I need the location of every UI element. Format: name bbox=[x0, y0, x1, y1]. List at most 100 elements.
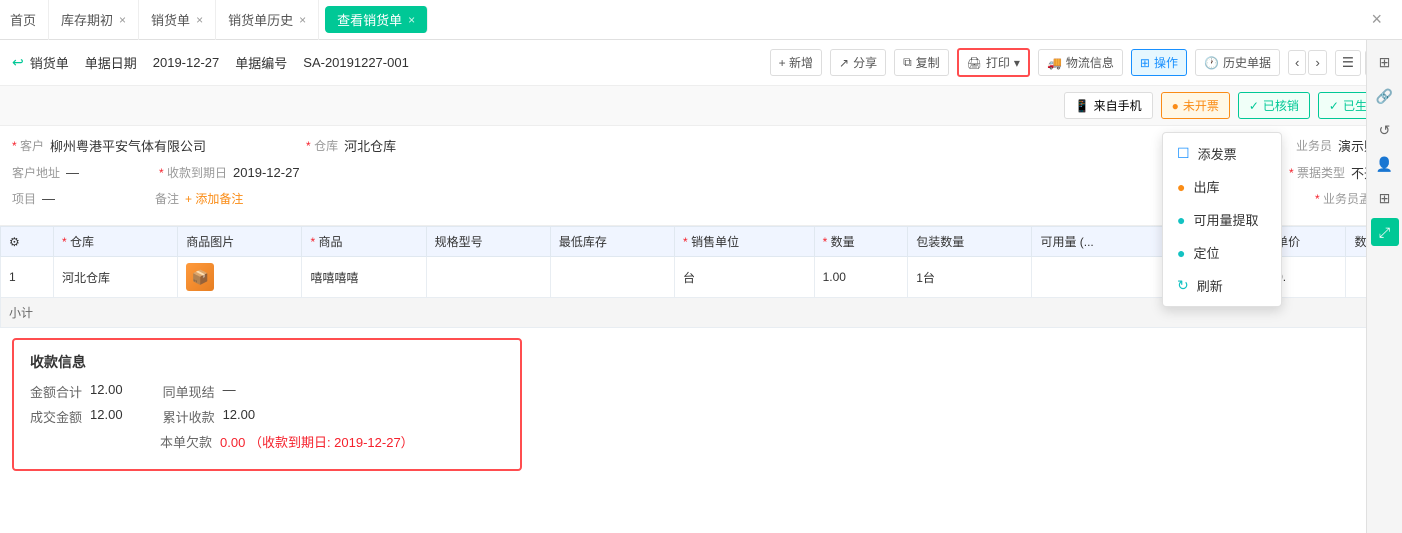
main-content: ↩ 销货单 单据日期 2019-12-27 单据编号 SA-20191227-0… bbox=[0, 40, 1402, 533]
address-field: 客户地址 — bbox=[12, 164, 79, 181]
dropdown-menu: ☐ 添发票 ● 出库 ● 可用量提取 ● 定位 ↻ 刷新 bbox=[1162, 132, 1282, 307]
operate-icon: ⊞ bbox=[1140, 56, 1150, 70]
address-label: 客户地址 bbox=[12, 164, 60, 181]
tab-home[interactable]: 首页 bbox=[10, 0, 49, 40]
number-label: 单据编号 bbox=[235, 53, 287, 72]
logistics-button[interactable]: 🚚 物流信息 bbox=[1038, 49, 1123, 76]
staff-label: 业务员 bbox=[1296, 137, 1332, 154]
next-button[interactable]: › bbox=[1308, 50, 1326, 75]
col-pack-qty: 包装数量 bbox=[908, 227, 1032, 257]
add-memo-button[interactable]: + 添加备注 bbox=[185, 190, 243, 207]
tab-sales-history-close[interactable]: × bbox=[299, 13, 306, 27]
history-icon: 🕐 bbox=[1204, 56, 1219, 70]
close-all-button[interactable]: × bbox=[1361, 9, 1392, 30]
payment-title: 收款信息 bbox=[30, 352, 504, 372]
tab-inventory-close[interactable]: × bbox=[119, 13, 126, 27]
row-spec bbox=[426, 257, 550, 298]
payment-row-2: 成交金额 12.00 累计收款 12.00 bbox=[30, 407, 504, 426]
date-label: 单据日期 bbox=[85, 53, 137, 72]
dropdown-add-invoice[interactable]: ☐ 添发票 bbox=[1163, 137, 1281, 170]
dropdown-available-qty[interactable]: ● 可用量提取 bbox=[1163, 203, 1281, 236]
row-pack-qty: 1台 bbox=[908, 257, 1032, 298]
tab-sales-close[interactable]: × bbox=[196, 13, 203, 27]
outbound-icon: ● bbox=[1177, 179, 1185, 195]
doc-title-section: ↩ 销货单 bbox=[12, 53, 69, 72]
col-product: 商品 bbox=[302, 227, 426, 257]
tab-view-sales[interactable]: 查看销货单 × bbox=[325, 6, 428, 33]
memo-label: 备注 bbox=[155, 190, 179, 207]
print-button[interactable]: 🖨 打印 ▾ bbox=[957, 48, 1030, 77]
project-label: 项目 bbox=[12, 190, 36, 207]
row-image: 📦 bbox=[178, 257, 302, 298]
sidebar-fullscreen-icon[interactable]: ⤢ bbox=[1371, 218, 1399, 246]
tab-inventory[interactable]: 库存期初 × bbox=[49, 0, 139, 40]
approved-icon: ✓ bbox=[1249, 99, 1259, 113]
row-min-stock bbox=[550, 257, 674, 298]
operate-button[interactable]: ⊞ 操作 bbox=[1131, 49, 1187, 76]
tab-sales-history[interactable]: 销货单历史 × bbox=[216, 0, 319, 40]
col-settings: ⚙ bbox=[1, 227, 54, 257]
row-sales-unit: 台 bbox=[675, 257, 815, 298]
payment-due: 本单欠款 0.00 （收款到期日: 2019-12-27） bbox=[160, 432, 414, 451]
memo-field: 备注 + 添加备注 bbox=[155, 190, 243, 207]
add-invoice-icon: ☐ bbox=[1177, 145, 1190, 162]
address-value: — bbox=[66, 165, 79, 180]
doc-meta: 单据日期 2019-12-27 单据编号 SA-20191227-001 bbox=[85, 53, 409, 72]
payment-transaction: 成交金额 12.00 bbox=[30, 407, 123, 426]
sidebar-expand-icon[interactable]: ⊞ bbox=[1371, 48, 1399, 76]
number-value: SA-20191227-001 bbox=[303, 55, 409, 70]
dropdown-outbound[interactable]: ● 出库 bbox=[1163, 170, 1281, 203]
not-opened-button[interactable]: ● 未开票 bbox=[1161, 92, 1230, 119]
available-qty-icon: ● bbox=[1177, 212, 1185, 228]
col-spec: 规格型号 bbox=[426, 227, 550, 257]
row-warehouse: 河北仓库 bbox=[54, 257, 178, 298]
sales-staff-label: 业务员盂 bbox=[1315, 190, 1371, 207]
tab-view-sales-close[interactable]: × bbox=[408, 13, 415, 27]
status-buttons-group: 📱 来自手机 ● 未开票 ✓ 已核销 ✓ 已生效 bbox=[1064, 92, 1390, 119]
sidebar-link-icon[interactable]: 🔗 bbox=[1371, 82, 1399, 110]
history-button[interactable]: 🕐 历史单据 bbox=[1195, 49, 1280, 76]
share-button[interactable]: ↗ 分享 bbox=[830, 49, 886, 76]
effective-icon: ✓ bbox=[1329, 99, 1339, 113]
sidebar-table2-icon[interactable]: ⊞ bbox=[1371, 184, 1399, 212]
row-quantity: 1.00 bbox=[814, 257, 908, 298]
logistics-icon: 🚚 bbox=[1047, 56, 1062, 70]
new-button[interactable]: + 新增 bbox=[770, 49, 822, 76]
dropdown-refresh[interactable]: ↻ 刷新 bbox=[1163, 269, 1281, 302]
payment-same-order: 同单现结 — bbox=[163, 382, 236, 401]
sidebar-user-icon[interactable]: 👤 bbox=[1371, 150, 1399, 178]
payment-row-3: 本单欠款 0.00 （收款到期日: 2019-12-27） bbox=[30, 432, 504, 451]
project-field: 项目 — bbox=[12, 190, 55, 207]
list-view-button[interactable]: ☰ bbox=[1335, 50, 1361, 76]
row-product: 嘻嘻嘻嘻 bbox=[302, 257, 426, 298]
print-dropdown-icon: ▾ bbox=[1014, 56, 1020, 70]
copy-button[interactable]: ⧉ 复制 bbox=[894, 49, 949, 76]
approved-button[interactable]: ✓ 已核销 bbox=[1238, 92, 1310, 119]
col-image: 商品图片 bbox=[178, 227, 302, 257]
locate-icon: ● bbox=[1177, 245, 1185, 261]
settings-icon: ⚙ bbox=[9, 235, 20, 249]
row-available bbox=[1032, 257, 1166, 298]
nav-arrows: ‹ › bbox=[1288, 50, 1327, 75]
prev-button[interactable]: ‹ bbox=[1288, 50, 1306, 75]
doc-header: ↩ 销货单 单据日期 2019-12-27 单据编号 SA-20191227-0… bbox=[0, 40, 1402, 86]
doc-type-label: 销货单 bbox=[30, 53, 69, 72]
payment-total: 金额合计 12.00 bbox=[30, 382, 123, 401]
payment-accumulated: 累计收款 12.00 bbox=[163, 407, 256, 426]
refresh-icon: ↻ bbox=[1177, 277, 1189, 294]
sidebar-rotate-icon[interactable]: ↺ bbox=[1371, 116, 1399, 144]
warehouse-field: 仓库 河北仓库 bbox=[306, 136, 396, 155]
copy-icon: ⧉ bbox=[903, 55, 912, 70]
warehouse-value: 河北仓库 bbox=[344, 136, 396, 155]
not-opened-icon: ● bbox=[1172, 99, 1179, 113]
from-phone-button[interactable]: 📱 来自手机 bbox=[1064, 92, 1153, 119]
payment-row-1: 金额合计 12.00 同单现结 — bbox=[30, 382, 504, 401]
phone-icon: 📱 bbox=[1075, 99, 1090, 113]
col-warehouse: 仓库 bbox=[54, 227, 178, 257]
dropdown-locate[interactable]: ● 定位 bbox=[1163, 236, 1281, 269]
col-min-stock: 最低库存 bbox=[550, 227, 674, 257]
customer-label: 客户 bbox=[12, 137, 44, 154]
tab-sales[interactable]: 销货单 × bbox=[139, 0, 216, 40]
tab-bar: 首页 库存期初 × 销货单 × 销货单历史 × 查看销货单 × × bbox=[0, 0, 1402, 40]
product-thumbnail: 📦 bbox=[186, 263, 214, 291]
